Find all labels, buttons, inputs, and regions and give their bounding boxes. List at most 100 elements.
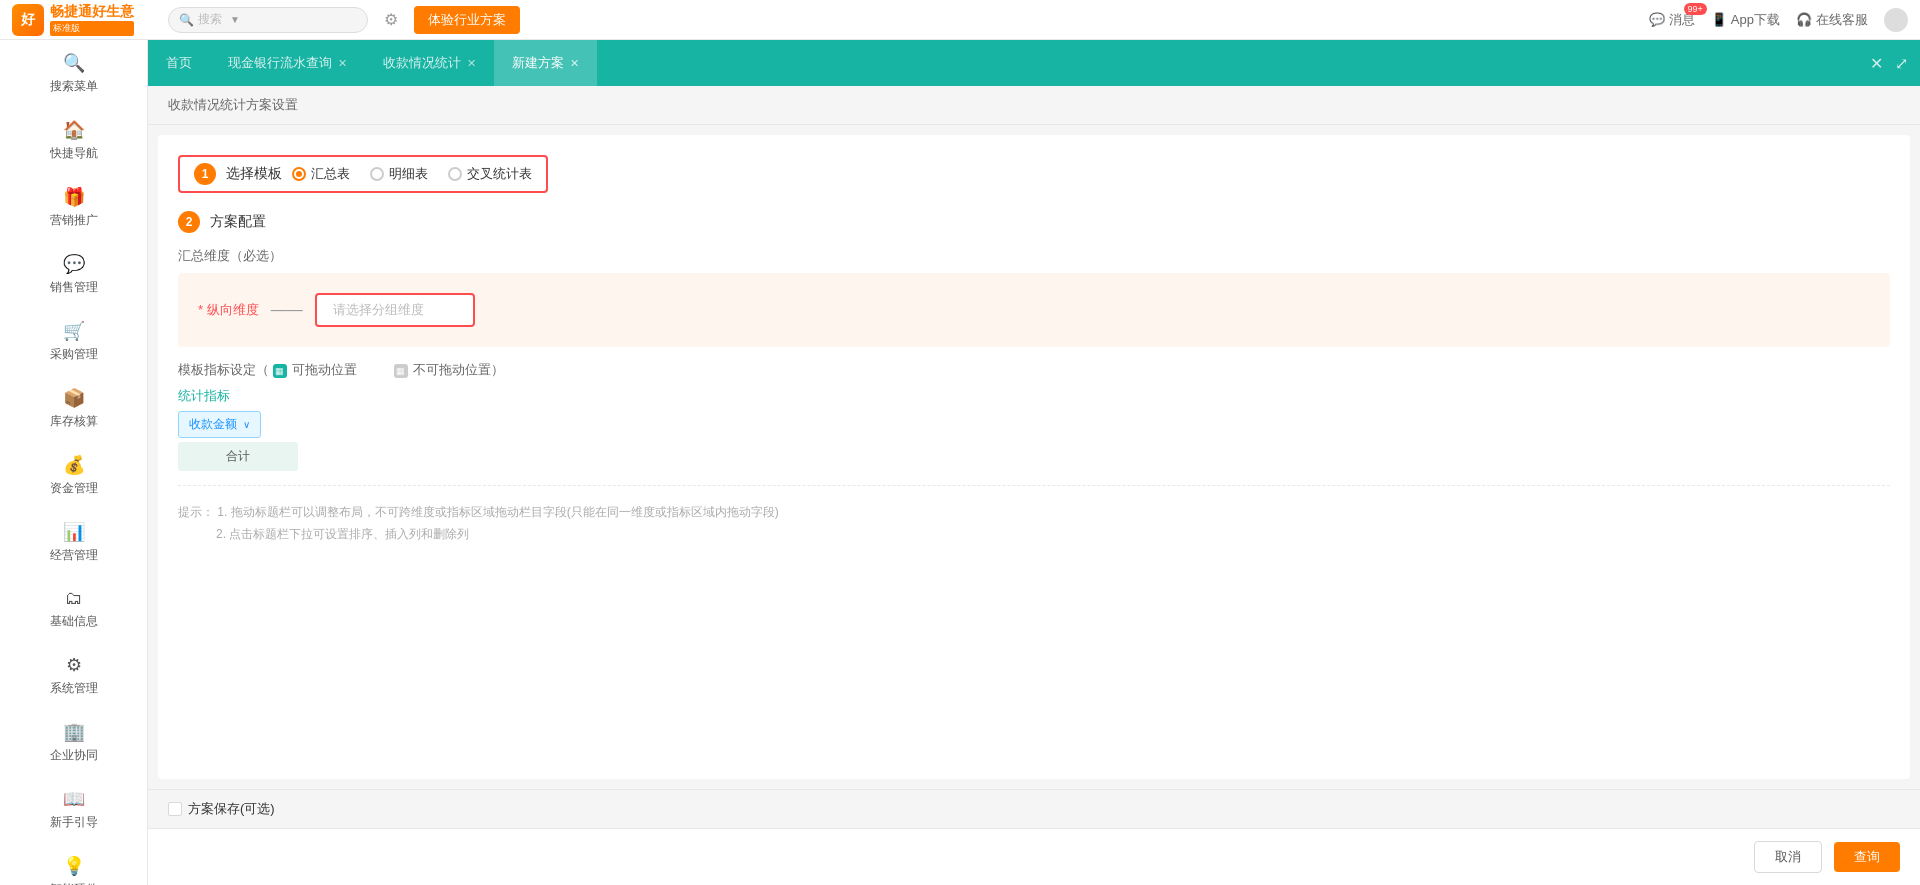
online-service-item[interactable]: 🎧 在线客服: [1796, 11, 1868, 29]
step1-label: 选择模板: [226, 165, 282, 183]
radio-summary[interactable]: 汇总表: [292, 165, 350, 183]
tab-new-plan-close[interactable]: ✕: [570, 57, 579, 70]
indicator-section: 模板指标设定（ ▦ 可拖动位置 ▦ 不可拖动位置） 统计指标 收款金额 ∨: [178, 361, 1890, 471]
tab-collection-stat-close[interactable]: ✕: [467, 57, 476, 70]
tab-home-label: 首页: [166, 54, 192, 72]
tab-collection-stat[interactable]: 收款情况统计 ✕: [365, 40, 494, 86]
tag-dropdown-icon: ∨: [243, 419, 250, 430]
app-download-item[interactable]: 📱 App下载: [1711, 11, 1780, 29]
bottom-action-bar: 取消 查询: [148, 828, 1920, 885]
dimension-area: * 纵向维度 —— 请选择分组维度: [178, 273, 1890, 347]
dim-title: 汇总维度（必选）: [178, 247, 1890, 265]
notification-item[interactable]: 💬 消息 99+: [1649, 11, 1695, 29]
step1-badge: 1: [194, 163, 216, 185]
sidebar-item-enterprise[interactable]: 🏢 企业协同: [0, 709, 147, 776]
maximize-window-icon[interactable]: ⤢: [1895, 54, 1908, 73]
radio-detail-label: 明细表: [389, 165, 428, 183]
sidebar-item-sales[interactable]: 💬 销售管理: [0, 241, 147, 308]
radio-circle-detail: [370, 167, 384, 181]
sidebar-item-system[interactable]: ⚙ 系统管理: [0, 642, 147, 709]
sidebar-item-label: 搜索菜单: [50, 78, 98, 95]
sidebar-item-smart-hw[interactable]: 💡 智能硬件: [0, 843, 147, 885]
tab-collection-stat-label: 收款情况统计: [383, 54, 461, 72]
step2-label: 方案配置: [210, 213, 266, 231]
tab-new-plan[interactable]: 新建方案 ✕: [494, 40, 597, 86]
tab-bank-flow[interactable]: 现金银行流水查询 ✕: [210, 40, 365, 86]
dim-row: * 纵向维度 —— 请选择分组维度: [198, 293, 1870, 327]
radio-cross[interactable]: 交叉统计表: [448, 165, 532, 183]
dropdown-arrow-icon: ▼: [230, 14, 240, 25]
sidebar-item-label: 库存核算: [50, 413, 98, 430]
sidebar-item-search-menu[interactable]: 🔍 搜索菜单: [0, 40, 147, 107]
page-content: 收款情况统计方案设置 1 选择模板 汇总表: [148, 86, 1920, 885]
sidebar-item-label: 资金管理: [50, 480, 98, 497]
inventory-icon: 📦: [63, 387, 85, 409]
tip-line1: 提示： 1. 拖动标题栏可以调整布局，不可跨维度或指标区域拖动栏目字段(只能在同…: [178, 502, 1890, 524]
sidebar-item-purchase[interactable]: 🛒 采购管理: [0, 308, 147, 375]
logo-area: 好 畅捷通好生意 标准版: [12, 3, 160, 36]
save-plan-label: 方案保存(可选): [188, 800, 275, 818]
sidebar-item-label: 采购管理: [50, 346, 98, 363]
logo-icon: 好: [12, 4, 44, 36]
sidebar-item-label: 销售管理: [50, 279, 98, 296]
main-card: 1 选择模板 汇总表 明细表: [158, 135, 1910, 779]
window-controls: ✕ ⤢: [1870, 54, 1920, 73]
dim-arrow-icon: ——: [271, 301, 303, 319]
sidebar-item-quick-nav[interactable]: 🏠 快捷导航: [0, 107, 147, 174]
fund-icon: 💰: [63, 454, 85, 476]
marketing-icon: 🎁: [63, 186, 85, 208]
indicator-header: 模板指标设定（ ▦ 可拖动位置 ▦ 不可拖动位置）: [178, 361, 1890, 379]
radio-cross-label: 交叉统计表: [467, 165, 532, 183]
close-window-icon[interactable]: ✕: [1870, 54, 1883, 73]
cancel-button[interactable]: 取消: [1754, 841, 1822, 873]
smart-hw-icon: 💡: [63, 855, 85, 877]
message-icon: 💬: [1649, 12, 1665, 27]
non-draggable-icon: ▦: [394, 364, 408, 378]
step2-section: 2 方案配置 汇总维度（必选） * 纵向维度 —— 请选择分组维度: [178, 211, 1890, 545]
radio-detail[interactable]: 明细表: [370, 165, 428, 183]
dim-section: 汇总维度（必选） * 纵向维度 —— 请选择分组维度: [178, 247, 1890, 347]
save-plan-checkbox-box[interactable]: [168, 802, 182, 816]
query-button[interactable]: 查询: [1834, 842, 1900, 872]
search-input[interactable]: 🔍 搜索 ▼: [168, 7, 368, 33]
save-plan-checkbox[interactable]: 方案保存(可选): [168, 800, 275, 818]
tab-home[interactable]: 首页: [148, 40, 210, 86]
notification-badge: 99+: [1684, 3, 1707, 15]
sidebar-item-label: 经营管理: [50, 547, 98, 564]
main-layout: 🔍 搜索菜单 🏠 快捷导航 🎁 营销推广 💬 销售管理 🛒 采购管理 📦 库存核…: [0, 40, 1920, 885]
tab-new-plan-label: 新建方案: [512, 54, 564, 72]
draggable-icon: ▦: [273, 364, 287, 378]
download-icon: 📱: [1711, 12, 1727, 27]
sidebar: 🔍 搜索菜单 🏠 快捷导航 🎁 营销推广 💬 销售管理 🛒 采购管理 📦 库存核…: [0, 40, 148, 885]
page-header: 收款情况统计方案设置: [148, 86, 1920, 125]
tab-bank-flow-close[interactable]: ✕: [338, 57, 347, 70]
enterprise-icon: 🏢: [63, 721, 85, 743]
sales-icon: 💬: [63, 253, 85, 275]
sidebar-item-label: 系统管理: [50, 680, 98, 697]
settings-icon[interactable]: ⚙: [384, 10, 398, 29]
indicator-settings-label: 模板指标设定（ ▦ 可拖动位置 ▦ 不可拖动位置）: [178, 361, 504, 379]
logo-text: 畅捷通好生意: [50, 3, 134, 21]
user-avatar[interactable]: [1884, 8, 1908, 32]
logo-badge: 标准版: [50, 21, 134, 36]
purchase-icon: 🛒: [63, 320, 85, 342]
dim-select[interactable]: 请选择分组维度: [315, 293, 475, 327]
tip-line2: 2. 点击标题栏下拉可设置排序、插入列和删除列: [178, 524, 1890, 546]
newbie-icon: 📖: [63, 788, 85, 810]
radio-circle-cross: [448, 167, 462, 181]
collection-amount-tag[interactable]: 收款金额 ∨: [178, 411, 261, 438]
content-area: 首页 现金银行流水查询 ✕ 收款情况统计 ✕ 新建方案 ✕ ✕ ⤢ 收: [148, 40, 1920, 885]
sidebar-item-marketing[interactable]: 🎁 营销推广: [0, 174, 147, 241]
sidebar-item-inventory[interactable]: 📦 库存核算: [0, 375, 147, 442]
sidebar-item-label: 新手引导: [50, 814, 98, 831]
sidebar-item-operation[interactable]: 📊 经营管理: [0, 509, 147, 576]
total-row: 合计: [178, 442, 298, 471]
trial-button[interactable]: 体验行业方案: [414, 6, 520, 34]
separator: [178, 485, 1890, 486]
sidebar-item-newbie[interactable]: 📖 新手引导: [0, 776, 147, 843]
sidebar-item-basic-info[interactable]: 🗂 基础信息: [0, 576, 147, 642]
basic-info-icon: 🗂: [65, 588, 83, 609]
step1-row: 1 选择模板 汇总表 明细表: [178, 155, 1890, 193]
step1-options: 汇总表 明细表 交叉统计表: [292, 165, 532, 183]
sidebar-item-fund[interactable]: 💰 资金管理: [0, 442, 147, 509]
